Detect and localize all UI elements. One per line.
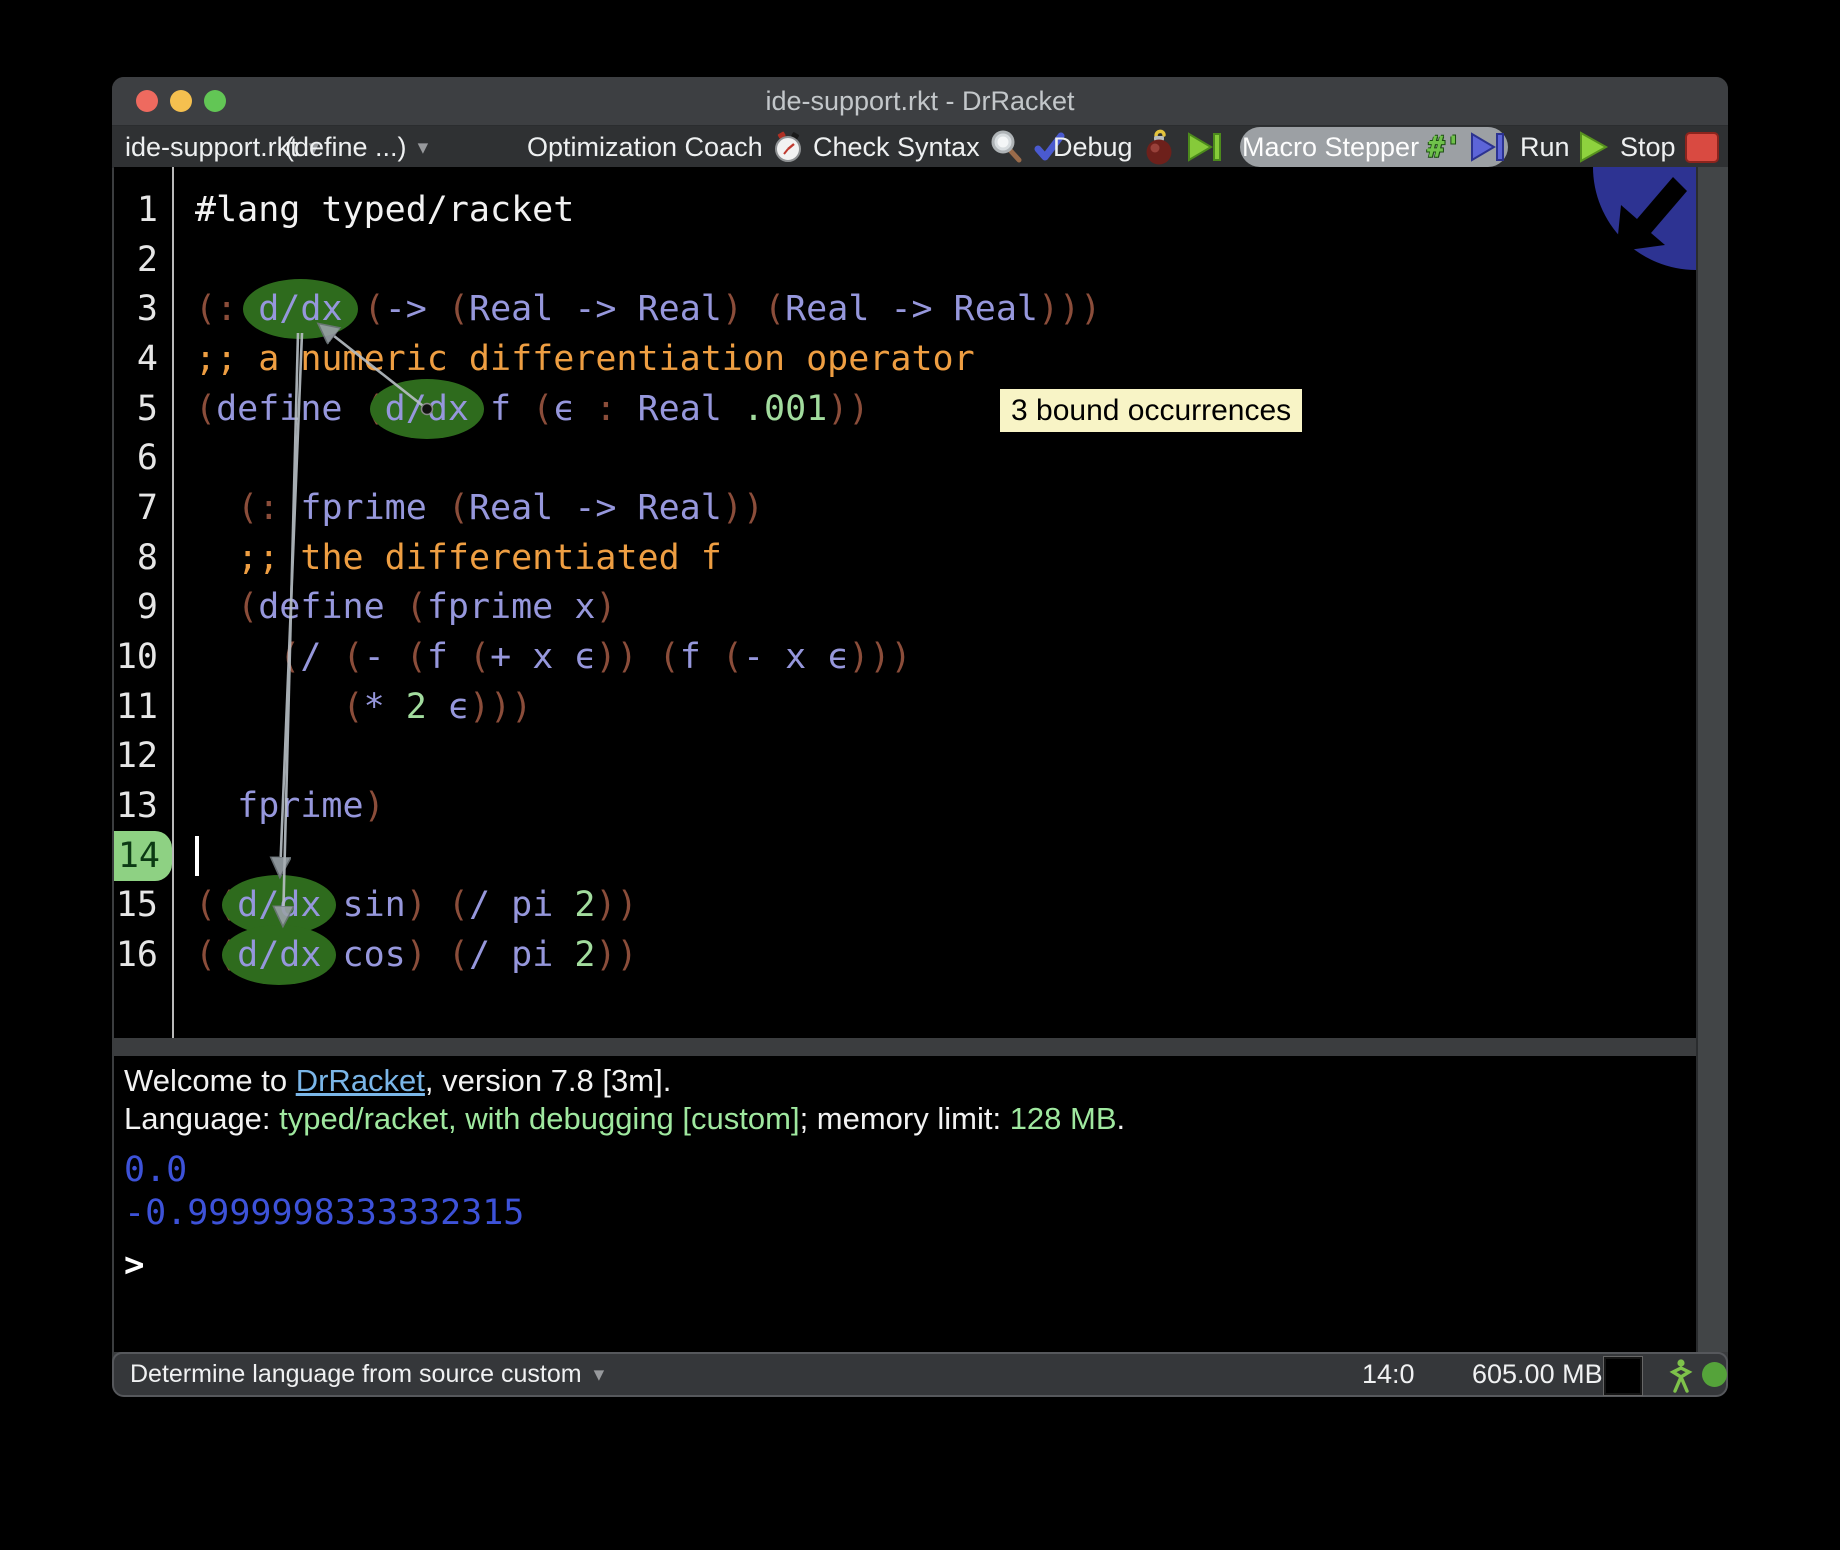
stop-button[interactable]: Stop [1620,126,1719,168]
code-line-16: 16 ((d/dx cos) (/ pi 2)) [114,930,1696,980]
toolbar: ide-support.rkt ▾ (define ...) ▾ Optimiz… [112,126,1728,168]
line-number: 14 [114,831,172,881]
code-line-5: 5 (define (d/dx f (ϵ : Real .001)) [114,384,1696,434]
line-number: 9 [114,583,170,633]
status-dot-icon [1702,1362,1727,1387]
title-bar: ide-support.rkt - DrRacket [112,77,1728,126]
code-line-4: 4 ;; a numeric differentiation operator [114,334,1696,384]
code-line-2: 2 [114,235,1696,285]
code-lines: 1 #lang typed/racket 23 (: d/dx (-> (Real -… [114,185,1696,980]
code-text: ((d/dx sin) (/ pi 2)) [195,885,638,925]
code-text: ((d/dx cos) (/ pi 2)) [195,935,638,975]
scrollbar-track[interactable] [1696,167,1728,1352]
language-line: Language: typed/racket, with debugging [… [124,1101,1125,1137]
memory-usage: 605.00 MB [1472,1354,1603,1395]
code-line-1: 1 #lang typed/racket [114,185,1696,235]
binding-highlight[interactable]: d/dx [370,379,484,439]
debug-button[interactable]: Debug [1053,126,1223,168]
line-number: 16 [114,930,170,980]
code-line-3: 3 (: d/dx (-> (Real -> Real) (Real -> Rea… [114,284,1696,334]
code-text [195,835,199,876]
line-number: 15 [114,881,170,931]
binding-highlight[interactable]: d/dx [222,925,336,985]
line-number: 3 [114,284,170,334]
drracket-window: ide-support.rkt - DrRacket ide-support.r… [112,77,1728,1397]
code-text: (/ (- (f (+ x ϵ)) (f (- x ϵ))) [195,637,912,677]
code-text: fprime) [195,786,385,826]
code-line-15: 15 ((d/dx sin) (/ pi 2)) [114,881,1696,931]
code-text: (define (d/dx f (ϵ : Real .001)) [195,389,869,429]
definitions-editor[interactable]: 1 #lang typed/racket 23 (: d/dx (-> (Real -… [114,167,1696,1038]
line-number: 1 [114,185,170,235]
language-selector[interactable]: Determine language from source custom ▾ [130,1354,604,1395]
define-menu[interactable]: (define ...) ▾ [285,126,428,168]
macro-stepper-button[interactable]: Macro Stepper #' [1240,127,1508,167]
gc-indicator[interactable] [1604,1357,1642,1395]
code-line-6: 6 [114,433,1696,483]
result-value: -0.9999998333332315 [124,1193,524,1233]
line-number: 11 [114,682,170,732]
code-line-10: 10 (/ (- (f (+ x ϵ)) (f (- x ϵ))) [114,632,1696,682]
code-text: (: fprime (Real -> Real)) [195,488,764,528]
code-text: (* 2 ϵ))) [195,687,532,727]
step-icon [1187,131,1223,163]
run-button[interactable]: Run [1520,126,1609,168]
chevron-down-icon: ▾ [594,1362,605,1387]
check-syntax-button[interactable]: Check Syntax [813,126,1066,168]
bound-occurrences-tooltip: 3 bound occurrences [1000,389,1302,432]
runner-icon[interactable] [1669,1358,1693,1395]
optimization-coach-button[interactable]: Optimization Coach [527,126,804,168]
line-number: 2 [114,235,170,285]
text-cursor [195,836,199,876]
result-value: 0.0 [124,1150,187,1190]
code-line-9: 9 (define (fprime x) [114,583,1696,633]
status-bar: Determine language from source custom ▾ … [112,1352,1728,1397]
macro-hash-icon: #' [1427,130,1462,164]
binding-highlight[interactable]: d/dx [243,279,357,339]
code-line-12: 12 [114,732,1696,782]
code-line-11: 11 (* 2 ϵ))) [114,682,1696,732]
code-line-8: 8 ;; the differentiated f [114,533,1696,583]
line-number: 12 [114,732,170,782]
welcome-line: Welcome to DrRacket, version 7.8 [3m]. [124,1063,671,1099]
run-icon [1579,131,1609,163]
code-text: (: d/dx (-> (Real -> Real) (Real -> Real… [195,289,1101,329]
repl-prompt: > [124,1245,144,1285]
line-number: 7 [114,483,170,533]
line-number: 4 [114,334,170,384]
code-text: #lang typed/racket [195,190,574,230]
line-number: 8 [114,533,170,583]
stop-icon [1685,132,1719,163]
interactions-pane[interactable]: Welcome to DrRacket, version 7.8 [3m]. L… [114,1056,1696,1352]
window-title: ide-support.rkt - DrRacket [112,77,1728,125]
line-number: 13 [114,781,170,831]
line-number: 6 [114,433,170,483]
code-text: ;; a numeric differentiation operator [195,339,975,379]
bomb-icon [1142,128,1178,166]
cursor-position: 14:0 [1362,1354,1415,1395]
code-line-13: 13 fprime) [114,781,1696,831]
desktop: ide-support.rkt - DrRacket ide-support.r… [0,0,1840,1550]
stopwatch-icon [772,131,804,163]
chevron-down-icon: ▾ [418,135,429,160]
drracket-link[interactable]: DrRacket [296,1063,425,1098]
line-number: 5 [114,384,170,434]
code-line-14: 14 [114,831,1696,881]
macro-step-icon [1470,131,1506,163]
line-number: 10 [114,632,170,682]
magnifier-icon [989,129,1025,165]
code-text: ;; the differentiated f [195,538,722,578]
code-line-7: 7 (: fprime (Real -> Real)) [114,483,1696,533]
code-text: (define (fprime x) [195,587,616,627]
